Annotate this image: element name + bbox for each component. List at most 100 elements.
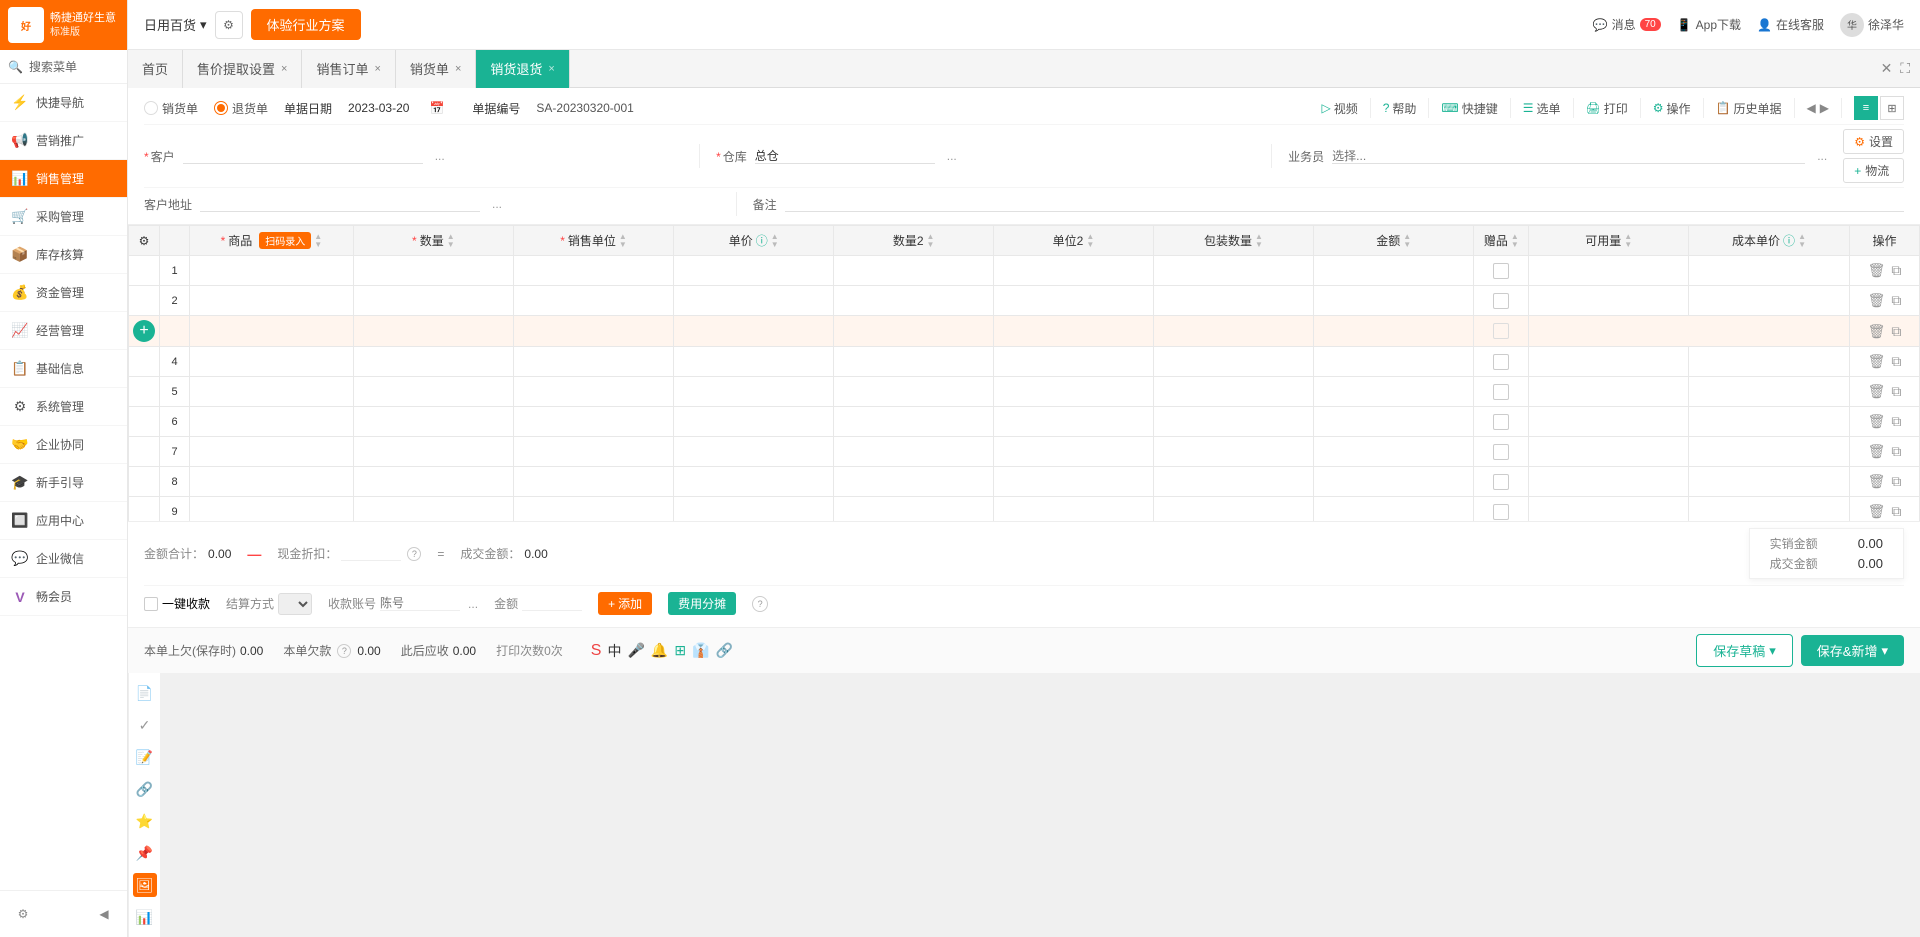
- quick-table-btn[interactable]: 📊: [133, 905, 157, 929]
- messages-btn[interactable]: 💬 消息 70: [1593, 16, 1661, 33]
- quick-image-btn[interactable]: 🖼: [133, 873, 157, 897]
- gift-cell[interactable]: [1474, 316, 1529, 347]
- unit-cell[interactable]: [513, 286, 673, 316]
- sidebar-item-sales[interactable]: 📊 销售管理: [0, 160, 127, 198]
- online-service-btn[interactable]: 👤 在线客服: [1757, 16, 1824, 33]
- th-settings[interactable]: ⚙: [129, 226, 160, 256]
- copy-icon[interactable]: ⧉: [1891, 262, 1901, 279]
- price-cell[interactable]: [674, 316, 834, 347]
- scan-header-btn[interactable]: 扫码录入: [259, 232, 311, 249]
- available-cell[interactable]: [1529, 286, 1689, 316]
- customer-input[interactable]: [183, 149, 423, 163]
- quick-check-btn[interactable]: ✓: [133, 713, 157, 737]
- cost-input[interactable]: [1693, 264, 1845, 278]
- address-picker[interactable]: ...: [492, 197, 502, 211]
- tab-sales[interactable]: 销货单 ×: [396, 50, 476, 88]
- tab-sales-order[interactable]: 销售订单 ×: [302, 50, 395, 88]
- pack-cell[interactable]: [1153, 286, 1313, 316]
- account-picker[interactable]: ...: [468, 597, 478, 611]
- collapse-button[interactable]: ◀: [89, 899, 119, 929]
- gift-checkbox[interactable]: [1493, 414, 1509, 430]
- copy-icon[interactable]: ⧉: [1891, 473, 1901, 490]
- delete-icon[interactable]: 🗑: [1868, 503, 1886, 520]
- tab-close-icon[interactable]: ×: [455, 63, 461, 75]
- cost-cell[interactable]: [1689, 256, 1850, 286]
- unit-input[interactable]: [518, 264, 669, 278]
- quantity-cell[interactable]: [353, 316, 513, 347]
- gift-checkbox[interactable]: [1493, 263, 1509, 279]
- qty2-input[interactable]: [838, 264, 989, 278]
- quick-pin-btn[interactable]: 📌: [133, 841, 157, 865]
- unit2-input[interactable]: [998, 264, 1149, 278]
- remark-input[interactable]: [785, 197, 1904, 211]
- delete-icon[interactable]: 🗑: [1868, 443, 1886, 460]
- discount-input[interactable]: [341, 546, 401, 561]
- tab-sales-return[interactable]: 销货退货 ×: [476, 50, 569, 88]
- add-row-button[interactable]: +: [133, 320, 155, 342]
- tab-close-icon[interactable]: ×: [548, 63, 554, 75]
- price-cell[interactable]: [674, 256, 834, 286]
- tab-home[interactable]: 首页: [128, 50, 183, 88]
- tab-price-settings[interactable]: 售价提取设置 ×: [183, 50, 302, 88]
- gift-cell[interactable]: [1474, 256, 1529, 286]
- sort-icon[interactable]: ▲▼: [927, 233, 935, 249]
- sidebar-item-operations[interactable]: 📈 经营管理: [0, 312, 127, 350]
- unit2-cell[interactable]: [994, 286, 1154, 316]
- quick-link-btn[interactable]: 🔗: [133, 777, 157, 801]
- pack-cell[interactable]: [1153, 256, 1313, 286]
- operations-btn[interactable]: ⚙ 操作: [1653, 100, 1691, 117]
- sidebar-item-marketing[interactable]: 📢 营销推广: [0, 122, 127, 160]
- gift-checkbox[interactable]: [1493, 504, 1509, 520]
- help-circle[interactable]: ?: [407, 547, 421, 561]
- add-payment-btn[interactable]: + 添加: [598, 592, 652, 615]
- price-info-icon[interactable]: ⓘ: [756, 232, 768, 249]
- avail-input[interactable]: [1533, 264, 1684, 278]
- copy-icon[interactable]: ⧉: [1891, 503, 1901, 520]
- save-new-button[interactable]: 保存&新增 ▾: [1801, 635, 1904, 666]
- split-btn[interactable]: 费用分摊: [668, 592, 736, 615]
- sort-icon[interactable]: ▲▼: [771, 233, 779, 249]
- video-btn[interactable]: ▷ 视频: [1321, 100, 1357, 117]
- staff-input[interactable]: [1332, 149, 1805, 163]
- amount-cell[interactable]: [1314, 256, 1474, 286]
- sort-icon[interactable]: ▲▼: [1624, 233, 1632, 249]
- tab-close-icon[interactable]: ×: [281, 63, 287, 75]
- delete-icon[interactable]: 🗑: [1868, 323, 1886, 340]
- pack-cell[interactable]: [1153, 316, 1313, 347]
- sidebar-item-weixin[interactable]: 💬 企业微信: [0, 540, 127, 578]
- calendar-icon[interactable]: 📅: [429, 101, 444, 115]
- sort-icon[interactable]: ▲▼: [1403, 233, 1411, 249]
- product-cell[interactable]: [190, 286, 354, 316]
- available-cell[interactable]: [1529, 256, 1689, 286]
- quantity-cell[interactable]: [353, 256, 513, 286]
- product-input-active[interactable]: [194, 324, 349, 338]
- qty2-cell[interactable]: [834, 316, 994, 347]
- price-cell[interactable]: [674, 286, 834, 316]
- sidebar-item-newbie[interactable]: 🎓 新手引导: [0, 464, 127, 502]
- sidebar-item-vip[interactable]: V 畅会员: [0, 578, 127, 616]
- cost-cell[interactable]: [1689, 286, 1850, 316]
- view-list-btn[interactable]: ≡: [1854, 96, 1878, 120]
- tab-close-icon[interactable]: ×: [374, 63, 380, 75]
- copy-icon[interactable]: ⧉: [1891, 323, 1901, 340]
- price-input[interactable]: [678, 264, 829, 278]
- app-download-btn[interactable]: 📱 App下载: [1677, 16, 1741, 33]
- amount-cell[interactable]: [1314, 286, 1474, 316]
- product-cell[interactable]: [190, 256, 354, 286]
- quick-note-btn[interactable]: 📝: [133, 745, 157, 769]
- pack-input[interactable]: [1158, 264, 1309, 278]
- user-profile[interactable]: 华 徐泽华: [1840, 13, 1904, 37]
- print-btn[interactable]: 🖨 打印: [1586, 100, 1628, 117]
- prev-btn[interactable]: ◀: [1807, 101, 1816, 115]
- delete-icon[interactable]: 🗑: [1868, 292, 1886, 309]
- gift-checkbox[interactable]: [1493, 444, 1509, 460]
- sort-icon[interactable]: ▲▼: [447, 233, 455, 249]
- sort-icon[interactable]: ▲▼: [1255, 233, 1263, 249]
- next-btn[interactable]: ▶: [1820, 101, 1829, 115]
- cost-info-icon[interactable]: ⓘ: [1783, 232, 1795, 249]
- sidebar-item-quicknav[interactable]: ⚡ 快捷导航: [0, 84, 127, 122]
- sidebar-item-system[interactable]: ⚙ 系统管理: [0, 388, 127, 426]
- customer-picker[interactable]: ...: [435, 149, 445, 163]
- company-selector[interactable]: 日用百货 ▾: [144, 15, 207, 34]
- warehouse-picker[interactable]: ...: [947, 149, 957, 163]
